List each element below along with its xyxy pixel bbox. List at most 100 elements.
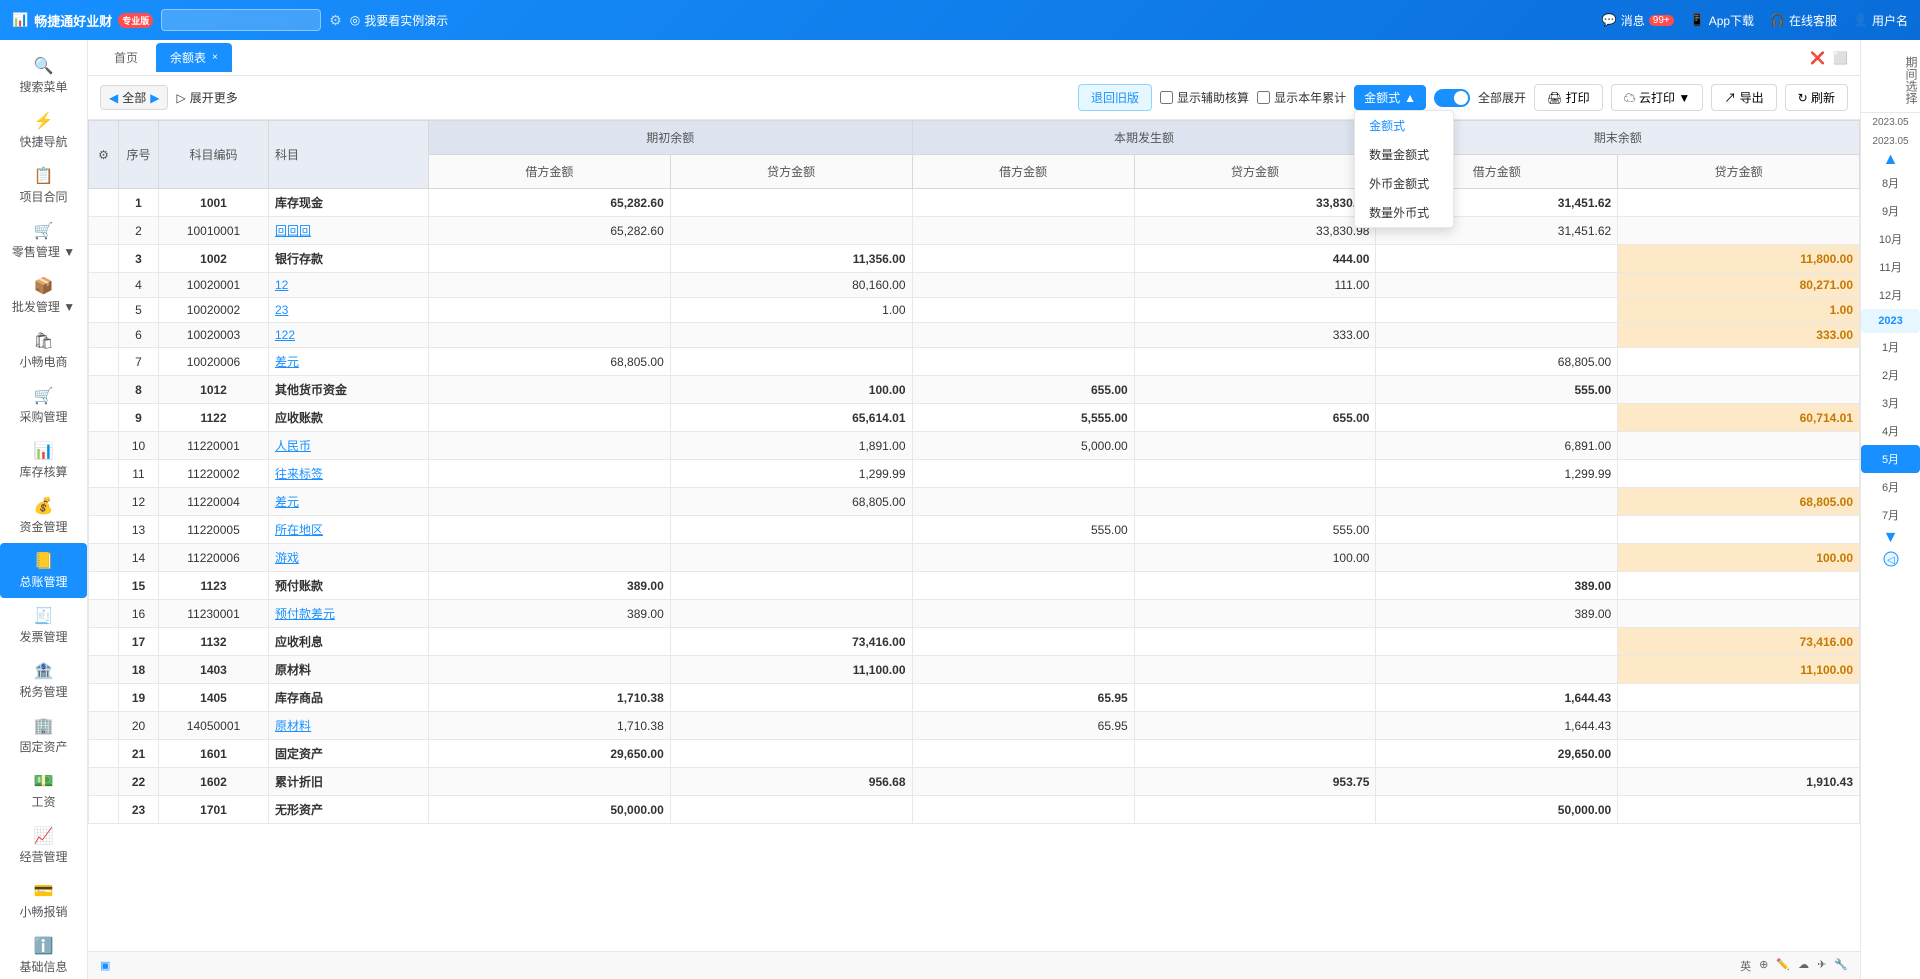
table-row[interactable]: 221602累计折旧956.68953.751,910.43 <box>89 768 1860 796</box>
td-gear[interactable] <box>89 684 119 712</box>
period-arrow-down[interactable]: ▼ <box>1883 529 1899 547</box>
ytd-checkbox-input[interactable] <box>1257 91 1270 104</box>
month-2[interactable]: 2月 <box>1861 361 1920 389</box>
table-row[interactable]: 11001库存现金65,282.6033,830.9831,451.62 <box>89 189 1860 217</box>
sidebar-item-operations[interactable]: 📈 经营管理 <box>0 818 87 873</box>
td-name[interactable]: 固定资产 <box>269 740 429 768</box>
td-name[interactable]: 原材料 <box>269 712 429 740</box>
sidebar-item-ledger[interactable]: 📒 总账管理 <box>0 543 87 598</box>
td-gear[interactable] <box>89 544 119 572</box>
sidebar-item-project[interactable]: 📋 项目合同 <box>0 158 87 213</box>
sidebar-item-inventory[interactable]: 📊 库存核算 <box>0 433 87 488</box>
month-5[interactable]: 5月 <box>1861 445 1920 473</box>
table-row[interactable]: 171132应收利息73,416.0073,416.00 <box>89 628 1860 656</box>
month-4[interactable]: 4月 <box>1861 417 1920 445</box>
td-name[interactable]: 预付账款 <box>269 572 429 600</box>
table-row[interactable]: 1411220006游戏100.00100.00 <box>89 544 1860 572</box>
expand-all-toggle[interactable] <box>1434 89 1470 107</box>
lang-switch[interactable]: 英 <box>1740 958 1751 974</box>
table-row[interactable]: 610020003122333.00333.00 <box>89 323 1860 348</box>
td-name[interactable]: 其他货币资金 <box>269 376 429 404</box>
aux-checkbox-input[interactable] <box>1160 91 1173 104</box>
table-row[interactable]: 1311220005所在地区555.00555.00 <box>89 516 1860 544</box>
td-name[interactable]: 23 <box>269 298 429 323</box>
user-avatar[interactable]: 👤 用户名 <box>1853 12 1908 29</box>
td-gear[interactable] <box>89 404 119 432</box>
td-gear[interactable] <box>89 217 119 245</box>
account-link[interactable]: 人民币 <box>275 439 311 453</box>
td-gear[interactable] <box>89 516 119 544</box>
td-name[interactable]: 库存商品 <box>269 684 429 712</box>
table-row[interactable]: 181403原材料11,100.0011,100.00 <box>89 656 1860 684</box>
tab-balance[interactable]: 余额表 × <box>156 43 232 72</box>
td-gear[interactable] <box>89 796 119 824</box>
table-row[interactable]: 710020006差元68,805.0068,805.00 <box>89 348 1860 376</box>
collapse-arrow[interactable]: ◁ <box>1883 551 1899 570</box>
app-download-btn[interactable]: 📱 App下载 <box>1690 12 1754 29</box>
sidebar-item-wholesale[interactable]: 📦 批发管理 ▼ <box>0 268 87 323</box>
table-row[interactable]: 231701无形资产50,000.0050,000.00 <box>89 796 1860 824</box>
td-gear[interactable] <box>89 600 119 628</box>
table-row[interactable]: 210010001回回回65,282.6033,830.9831,451.62 <box>89 217 1860 245</box>
td-name[interactable]: 差元 <box>269 488 429 516</box>
filter-prev-icon[interactable]: ◀ <box>109 91 118 105</box>
td-gear[interactable] <box>89 488 119 516</box>
table-row[interactable]: 211601固定资产29,650.0029,650.00 <box>89 740 1860 768</box>
td-name[interactable]: 12 <box>269 273 429 298</box>
table-row[interactable]: 81012其他货币资金100.00655.00555.00 <box>89 376 1860 404</box>
td-gear[interactable] <box>89 712 119 740</box>
td-gear[interactable] <box>89 768 119 796</box>
tab-close-icon[interactable]: × <box>212 52 218 63</box>
table-row[interactable]: 31002银行存款11,356.00444.0011,800.00 <box>89 245 1860 273</box>
month-3[interactable]: 3月 <box>1861 389 1920 417</box>
td-gear[interactable] <box>89 245 119 273</box>
month-6[interactable]: 6月 <box>1861 473 1920 501</box>
sidebar-item-invoice[interactable]: 🧾 发票管理 <box>0 598 87 653</box>
td-gear[interactable] <box>89 460 119 488</box>
account-link[interactable]: 所在地区 <box>275 523 323 537</box>
sidebar-item-basics[interactable]: ℹ️ 基础信息 <box>0 928 87 979</box>
td-name[interactable]: 无形资产 <box>269 796 429 824</box>
month-8[interactable]: 8月 <box>1861 169 1920 197</box>
tool-icon[interactable]: 🔧 <box>1834 958 1848 974</box>
cloud-print-btn[interactable]: ☁ 云打印 ▼ <box>1611 84 1704 111</box>
td-name[interactable]: 回回回 <box>269 217 429 245</box>
online-service-btn[interactable]: 🎧 在线客服 <box>1770 12 1837 29</box>
td-gear[interactable] <box>89 189 119 217</box>
table-row[interactable]: 2014050001原材料1,710.3865.951,644.43 <box>89 712 1860 740</box>
td-gear[interactable] <box>89 740 119 768</box>
account-link[interactable]: 往来标签 <box>275 467 323 481</box>
th-gear[interactable]: ⚙ <box>89 121 119 189</box>
td-name[interactable]: 往来标签 <box>269 460 429 488</box>
plane-icon[interactable]: ✈ <box>1817 958 1826 974</box>
sidebar-item-funds[interactable]: 💰 资金管理 <box>0 488 87 543</box>
td-name[interactable]: 原材料 <box>269 656 429 684</box>
td-name[interactable]: 人民币 <box>269 432 429 460</box>
month-12[interactable]: 12月 <box>1861 281 1920 309</box>
print-btn[interactable]: 🖨 打印 <box>1534 84 1603 111</box>
export-btn[interactable]: ↗ 导出 <box>1711 84 1776 111</box>
sidebar-item-payroll[interactable]: 💵 工资 <box>0 763 87 818</box>
account-link[interactable]: 23 <box>275 303 288 317</box>
td-name[interactable]: 累计折旧 <box>269 768 429 796</box>
table-row[interactable]: 1011220001人民币1,891.005,000.006,891.00 <box>89 432 1860 460</box>
td-name[interactable]: 预付款差元 <box>269 600 429 628</box>
settings-icon[interactable]: ⚙ <box>329 12 342 29</box>
td-name[interactable]: 库存现金 <box>269 189 429 217</box>
month-9[interactable]: 9月 <box>1861 197 1920 225</box>
table-row[interactable]: 1611230001预付款差元389.00389.00 <box>89 600 1860 628</box>
table-row[interactable]: 510020002231.001.00 <box>89 298 1860 323</box>
account-link[interactable]: 游戏 <box>275 551 299 565</box>
account-link[interactable]: 差元 <box>275 495 299 509</box>
sidebar-item-tax[interactable]: 🏦 税务管理 <box>0 653 87 708</box>
account-link[interactable]: 差元 <box>275 355 299 369</box>
td-name[interactable]: 银行存款 <box>269 245 429 273</box>
expand-more-group[interactable]: ▷ 展开更多 <box>176 89 237 106</box>
table-row[interactable]: 4100200011280,160.00111.0080,271.00 <box>89 273 1860 298</box>
top-search-input[interactable] <box>161 9 321 31</box>
show-ytd-checkbox[interactable]: 显示本年累计 <box>1257 89 1346 106</box>
td-gear[interactable] <box>89 273 119 298</box>
sidebar-item-ecommerce[interactable]: 🛍 小畅电商 <box>0 323 87 378</box>
sidebar-item-fixed-assets[interactable]: 🏢 固定资产 <box>0 708 87 763</box>
sidebar-item-retail[interactable]: 🛒 零售管理 ▼ <box>0 213 87 268</box>
